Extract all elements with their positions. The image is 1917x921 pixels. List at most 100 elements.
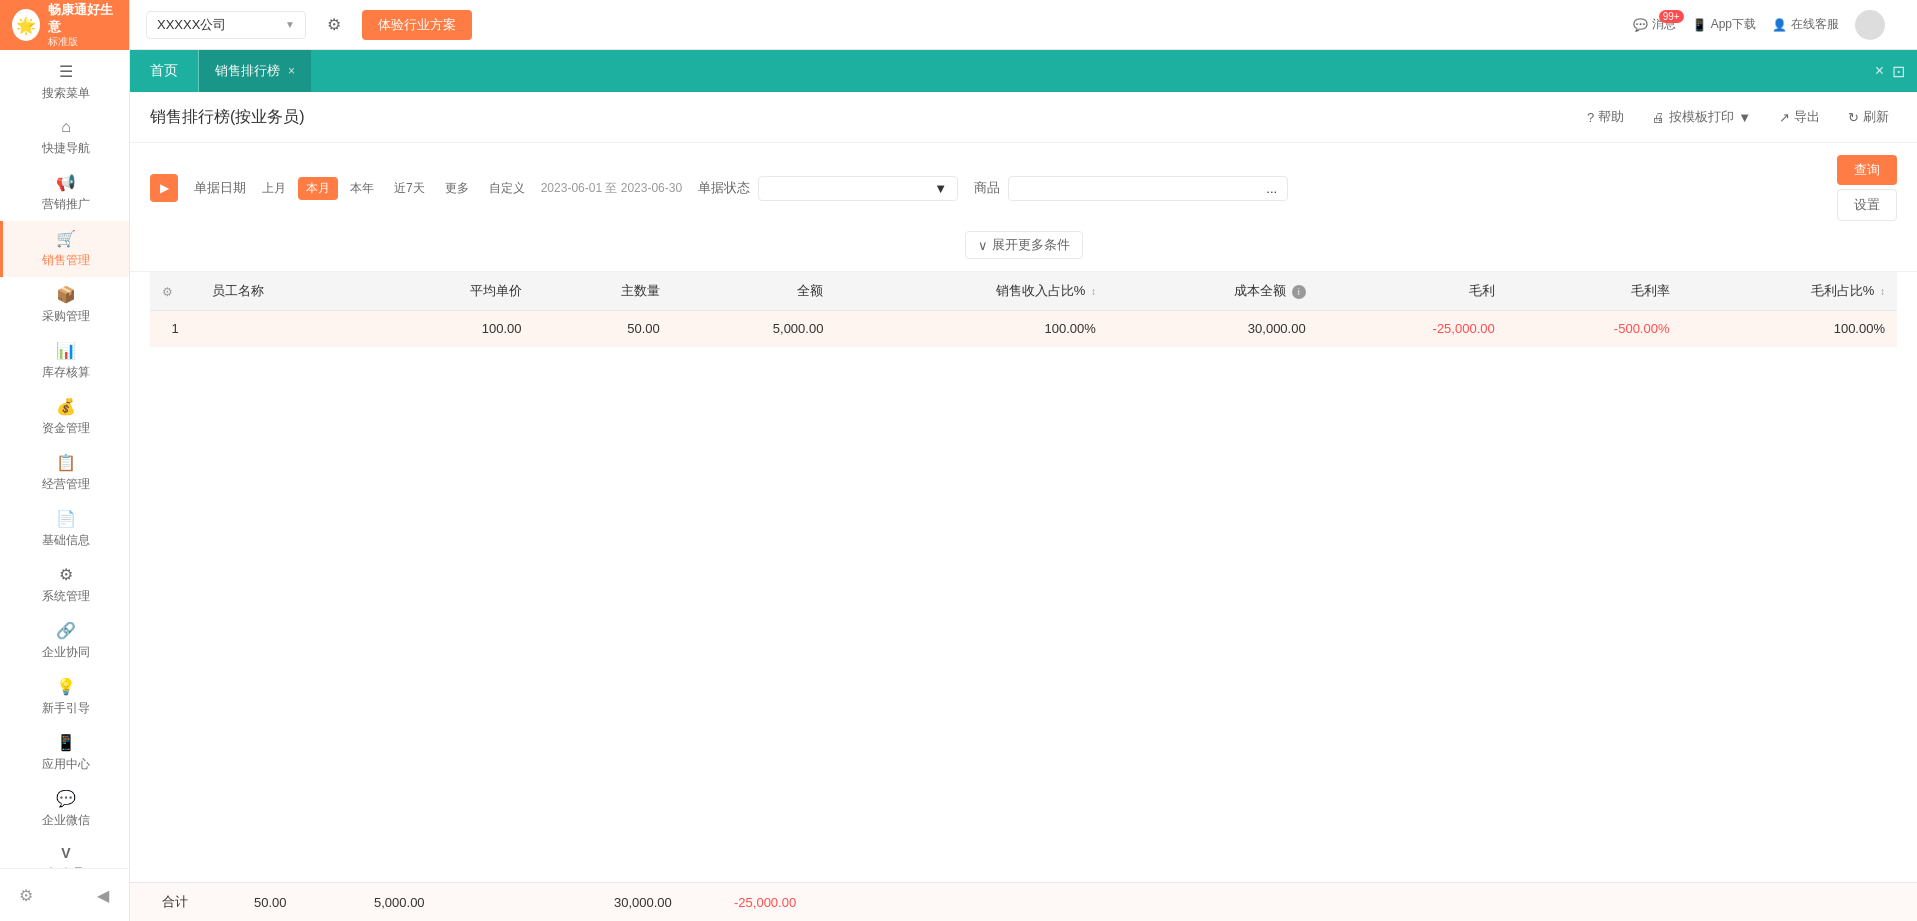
- date-tab-more[interactable]: 更多: [437, 177, 477, 200]
- filter-status-item: 单据状态 ▼: [698, 176, 958, 201]
- message-badge: 99+: [1659, 10, 1684, 23]
- cell-gross-pct: 100.00%: [1682, 311, 1898, 347]
- sidebar-item-member[interactable]: V 畅会员: [0, 837, 129, 868]
- table-area: ⚙ 员工名称 平均单价 主数量 全额 销售收入占比% ↕ 成本全额: [130, 272, 1917, 882]
- company-name: XXXXX公司: [157, 16, 277, 34]
- sidebar-item-label: 基础信息: [42, 532, 90, 549]
- filter-area: ▶ 单据日期 上月 本月 本年 近7天 更多 自定义 2023-06-01 至 …: [130, 143, 1917, 272]
- tab-close-icon[interactable]: ×: [288, 64, 295, 78]
- service-icon: 👤: [1772, 18, 1787, 32]
- sidebar-item-finance[interactable]: 💰 资金管理: [0, 389, 129, 445]
- trial-button[interactable]: 体验行业方案: [362, 10, 472, 40]
- filter-toggle-button[interactable]: ▶: [150, 174, 178, 202]
- cell-gross: -25,000.00: [1318, 311, 1507, 347]
- print-chevron-icon: ▼: [1738, 110, 1751, 125]
- sidebar-collapse-button[interactable]: ◀: [85, 877, 121, 913]
- info-icon[interactable]: i: [1292, 285, 1306, 299]
- col-avg-price: 平均单价: [367, 272, 534, 311]
- window-close-button[interactable]: ×: [1875, 62, 1884, 80]
- footer-total-label: 合计: [162, 893, 242, 911]
- expand-conditions-button[interactable]: ∨ 展开更多条件: [965, 231, 1083, 259]
- sidebar-item-sales[interactable]: 🛒 销售管理: [0, 221, 129, 277]
- sidebar-bottom: ⚙ ◀: [0, 868, 129, 921]
- cell-gross-rate: -500.00%: [1507, 311, 1682, 347]
- sidebar-settings-button[interactable]: ⚙: [8, 877, 44, 913]
- sidebar-item-apps[interactable]: 📱 应用中心: [0, 725, 129, 781]
- sidebar-item-search[interactable]: ☰ 搜索菜单: [0, 54, 129, 110]
- tab-sales-ranking[interactable]: 销售排行榜 ×: [199, 50, 311, 92]
- basic-icon: 📄: [56, 509, 76, 528]
- filter-goods-item: 商品 ...: [974, 176, 1288, 201]
- topbar-settings-button[interactable]: ⚙: [318, 9, 350, 41]
- online-service-button[interactable]: 👤 在线客服: [1772, 16, 1839, 33]
- table-row: 1 100.00 50.00 5,000.00 100.00% 30,000.0…: [150, 311, 1897, 347]
- sidebar-item-label: 快捷导航: [42, 140, 90, 157]
- date-tab-7days[interactable]: 近7天: [386, 177, 433, 200]
- help-button[interactable]: ? 帮助: [1579, 104, 1632, 130]
- sidebar-item-operation[interactable]: 📋 经营管理: [0, 445, 129, 501]
- footer-cost: 30,000.00: [602, 895, 722, 910]
- sidebar-item-label: 库存核算: [42, 364, 90, 381]
- col-gross-rate: 毛利率: [1507, 272, 1682, 311]
- sidebar-item-purchase[interactable]: 📦 采购管理: [0, 277, 129, 333]
- sidebar-item-inventory[interactable]: 📊 库存核算: [0, 333, 129, 389]
- help-icon: ?: [1587, 110, 1594, 125]
- logo-icon: 🌟: [12, 9, 40, 41]
- cell-cost: 30,000.00: [1108, 311, 1318, 347]
- settings-col-icon[interactable]: ⚙: [162, 285, 173, 299]
- date-tab-custom[interactable]: 自定义: [481, 177, 533, 200]
- col-rank: ⚙: [150, 272, 200, 311]
- message-button[interactable]: 💬 消息 99+: [1633, 16, 1676, 33]
- sidebar-item-system[interactable]: ⚙ 系统管理: [0, 557, 129, 613]
- status-chevron-icon: ▼: [934, 181, 947, 196]
- date-tab-this-year[interactable]: 本年: [342, 177, 382, 200]
- sidebar-item-label: 搜索菜单: [42, 85, 90, 102]
- enterprise-icon: 🔗: [56, 621, 76, 640]
- sidebar-item-marketing[interactable]: 📢 营销推广: [0, 165, 129, 221]
- avatar[interactable]: [1855, 10, 1885, 40]
- sidebar-item-label: 系统管理: [42, 588, 90, 605]
- expand-icon: ∨: [978, 238, 988, 253]
- goods-more-icon: ...: [1266, 181, 1277, 196]
- logo-main: 畅康通好生意: [48, 2, 117, 36]
- print-button[interactable]: 🖨 按模板打印 ▼: [1644, 104, 1759, 130]
- col-sales-pct[interactable]: 销售收入占比% ↕: [835, 272, 1107, 311]
- refresh-button[interactable]: ↻ 刷新: [1840, 104, 1897, 130]
- sidebar-item-wechat[interactable]: 💬 企业微信: [0, 781, 129, 837]
- col-gross-pct[interactable]: 毛利占比% ↕: [1682, 272, 1898, 311]
- status-select[interactable]: ▼: [758, 176, 958, 201]
- sidebar-item-enterprise[interactable]: 🔗 企业协同: [0, 613, 129, 669]
- tab-bar-right: × ⊡: [1863, 62, 1917, 81]
- col-gross: 毛利: [1318, 272, 1507, 311]
- query-button[interactable]: 查询: [1837, 155, 1897, 185]
- main-area: XXXXX公司 ▼ ⚙ 体验行业方案 💬 消息 99+ 📱 App下载 👤 在线…: [130, 0, 1917, 921]
- date-tab-last-month[interactable]: 上月: [254, 177, 294, 200]
- company-selector[interactable]: XXXXX公司 ▼: [146, 11, 306, 39]
- app-download-button[interactable]: 📱 App下载: [1692, 16, 1756, 33]
- sidebar-item-guide[interactable]: 💡 新手引导: [0, 669, 129, 725]
- export-button[interactable]: ↗ 导出: [1771, 104, 1828, 130]
- settings-panel-button[interactable]: 设置: [1837, 189, 1897, 221]
- footer-cells: 50.00 5,000.00 30,000.00 -25,000.00: [242, 895, 1885, 910]
- sidebar-item-shortcut[interactable]: ⌂ 快捷导航: [0, 110, 129, 165]
- export-icon: ↗: [1779, 110, 1790, 125]
- goods-select[interactable]: ...: [1008, 176, 1288, 201]
- sidebar-item-basic[interactable]: 📄 基础信息: [0, 501, 129, 557]
- sales-icon: 🛒: [56, 229, 76, 248]
- cell-qty: 50.00: [534, 311, 672, 347]
- date-tabs: 上月 本月 本年 近7天 更多 自定义: [254, 177, 533, 200]
- expand-label: 展开更多条件: [992, 236, 1070, 254]
- sidebar-item-label: 应用中心: [42, 756, 90, 773]
- window-maximize-button[interactable]: ⊡: [1892, 62, 1905, 81]
- col-qty: 主数量: [534, 272, 672, 311]
- goods-filter-label: 商品: [974, 179, 1000, 197]
- table-footer: 合计 50.00 5,000.00 30,000.00 -25,000.00: [130, 882, 1917, 921]
- tab-home[interactable]: 首页: [130, 50, 199, 92]
- cell-rank: 1: [150, 311, 200, 347]
- marketing-icon: 📢: [56, 173, 76, 192]
- message-icon: 💬: [1633, 18, 1648, 32]
- system-icon: ⚙: [59, 565, 73, 584]
- page-title: 销售排行榜(按业务员): [150, 107, 305, 128]
- date-range-display: 2023-06-01 至 2023-06-30: [541, 180, 682, 197]
- date-tab-this-month[interactable]: 本月: [298, 177, 338, 200]
